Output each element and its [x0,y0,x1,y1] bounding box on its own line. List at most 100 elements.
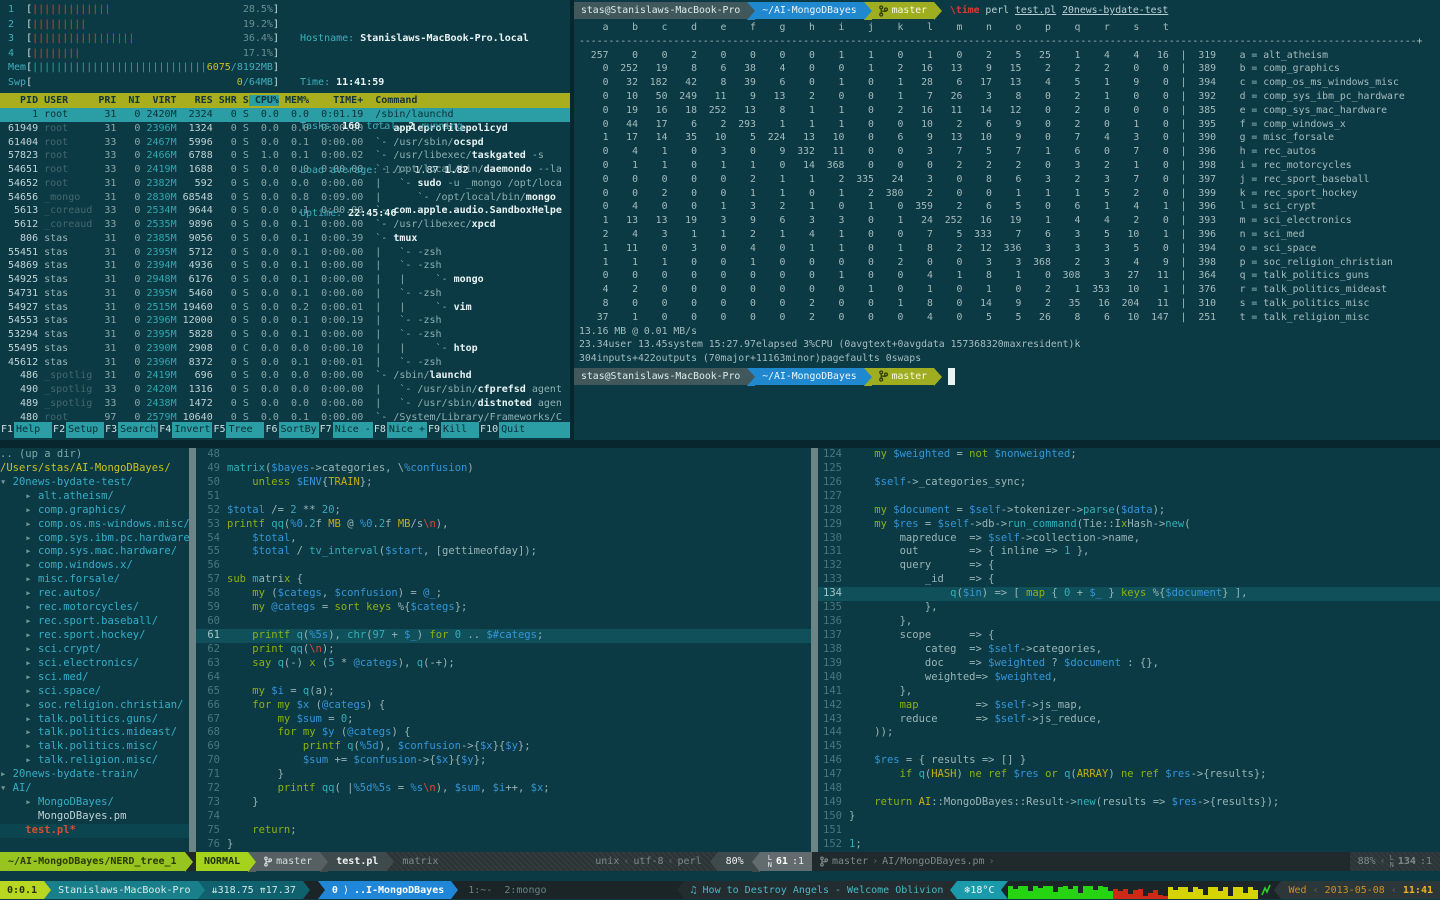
tree-item[interactable]: ▸ rec.sport.baseball/ [0,615,189,629]
chevron-right-icon[interactable]: ▸ [25,754,38,766]
chevron-right-icon[interactable]: ▸ [25,532,38,544]
vim-pane[interactable]: .. (up a dir)/Users/stas/AI-MongoDBayes/… [0,448,1440,871]
tree-item[interactable]: ▸ rec.autos/ [0,587,189,601]
chevron-right-icon[interactable]: ▸ [25,629,38,641]
fkey-button-nice+[interactable]: Nice + [387,422,427,438]
tree-item[interactable]: ▸ talk.religion.misc/ [0,754,189,768]
fkey-button-nice-[interactable]: Nice - [333,422,373,438]
nerdtree-pane[interactable]: .. (up a dir)/Users/stas/AI-MongoDBayes/… [0,448,189,852]
fkey-button-tree[interactable]: Tree [226,422,264,438]
fkey-label: F10 [479,422,499,438]
process-row[interactable]: 54553 stas 31 0 2396M 12000 0 S 0.0 0.1 … [0,314,570,328]
tree-item[interactable]: ▸ sci.crypt/ [0,643,189,657]
fkey-label: F5 [212,422,226,438]
process-row[interactable]: 54925 stas 31 0 2948M 6176 0 S 0.0 0.1 0… [0,273,570,287]
cpu-memory-meters: 1 [||||||||||||| 28.5%]2 [||||||||| 19.2… [8,3,279,91]
chevron-right-icon[interactable]: ▸ [25,504,38,516]
tree-item[interactable]: ▸ comp.sys.mac.hardware/ [0,545,189,559]
chevron-right-icon[interactable]: ▸ [25,490,38,502]
tree-root-path[interactable]: /Users/stas/AI-MongoDBayes/ [0,462,189,476]
tree-up-dir[interactable]: .. (up a dir) [0,448,189,462]
fkey-button-search[interactable]: Search [118,422,158,438]
process-row[interactable]: 55495 stas 31 0 2390M 2908 0 C 0.0 0.0 0… [0,342,570,356]
chevron-right-icon[interactable]: ▸ [25,587,38,599]
fkey-button-kill[interactable]: Kill [441,422,479,438]
tree-item[interactable]: ▾ AI/ [0,782,189,796]
statusline-git-branch: master [256,852,320,871]
fkey-button-quit[interactable]: Quit [499,422,570,438]
process-row[interactable]: 490 _spotlig 33 0 2420M 1316 0 S 0.0 0.0… [0,383,570,397]
chevron-right-icon[interactable]: ▸ [25,796,38,808]
chevron-right-icon[interactable]: ▸ [25,685,38,697]
tree-item[interactable]: ▸ talk.politics.guns/ [0,713,189,727]
tmux-other-windows[interactable]: 1:~- 2:mongo [458,881,553,899]
chevron-right-icon[interactable]: ▸ [25,740,38,752]
chevron-right-icon[interactable]: ▸ [25,699,38,711]
process-row[interactable]: 54927 stas 31 0 2515M 19460 0 S 0.0 0.2 … [0,301,570,315]
process-row[interactable]: 489 _spotlig 33 0 2438M 1472 0 S 0.0 0.0… [0,397,570,411]
editor-left-pane[interactable]: 4849matrix($bayes->categories, \%confusi… [196,448,811,852]
chevron-down-icon[interactable]: ▾ [0,782,13,794]
process-row[interactable]: 45612 stas 31 0 2396M 8372 0 S 0.0 0.1 0… [0,356,570,370]
editor-right-pane[interactable]: 124 my $weighted = not $nonweighted;1251… [818,448,1440,852]
code-line: 1521; [818,838,1440,852]
text-cursor[interactable] [948,368,955,385]
tree-item[interactable]: test.pl* [0,824,189,838]
htop-pane[interactable]: 1 [||||||||||||| 28.5%]2 [||||||||| 19.2… [0,0,570,440]
tree-item[interactable]: ▸ talk.politics.mideast/ [0,726,189,740]
date: 2013-05-08 [1325,885,1385,896]
pane-divider-horizontal[interactable] [0,440,1440,448]
fkey-button-setup[interactable]: Setup [66,422,104,438]
process-row[interactable]: 53294 stas 31 0 2395M 5828 0 S 0.0 0.1 0… [0,328,570,342]
tree-item[interactable]: ▸ MongoDBayes/ [0,796,189,810]
tree-item[interactable]: ▸ sci.space/ [0,685,189,699]
chevron-right-icon[interactable]: ▸ [25,518,38,530]
code-line: 51 [196,490,811,504]
tree-item[interactable]: ▸ comp.sys.ibm.pc.hardware/ [0,532,189,546]
chevron-right-icon[interactable]: ▸ [25,573,38,585]
chevron-right-icon[interactable]: ▸ [25,713,38,725]
chevron-right-icon[interactable]: ▸ [25,615,38,627]
vim-window-separator[interactable] [189,448,196,852]
vim-window-separator[interactable] [811,448,818,852]
process-row[interactable]: 54869 stas 31 0 2394M 4936 0 S 0.0 0.1 0… [0,259,570,273]
process-row[interactable]: 486 _spotlig 31 0 2419M 696 0 S 0.0 0.0 … [0,369,570,383]
tree-item[interactable]: ▸ comp.os.ms-windows.misc/ [0,518,189,532]
chevron-right-icon[interactable]: ▸ [25,545,38,557]
code-line: 76} [196,838,811,852]
prompt-git-branch: master [872,368,934,385]
chevron-down-icon[interactable]: ▾ [0,476,13,488]
fkey-label: F9 [427,422,441,438]
tree-item[interactable]: ▸ rec.motorcycles/ [0,601,189,615]
tree-item[interactable]: ▸ misc.forsale/ [0,573,189,587]
tree-item[interactable]: ▸ 20news-bydate-train/ [0,768,189,782]
tmux-active-window-tab[interactable]: 0⟩..I-MongoDBayes [325,881,451,899]
tree-item[interactable]: ▸ soc.religion.christian/ [0,699,189,713]
column-number: :1 [1420,856,1432,867]
chevron-right-icon[interactable]: ▸ [25,601,38,613]
fkey-button-sortby[interactable]: SortBy [279,422,319,438]
chevron-right-icon[interactable]: ▸ [0,768,13,780]
chevron-right-icon[interactable]: ▸ [25,726,38,738]
shell-pane[interactable]: stas@Stanislaws-MacBook-Pro~/AI-MongoDBa… [574,0,1440,440]
fkey-button-invert[interactable]: Invert [172,422,212,438]
statusline-function: matrix [394,852,446,871]
chevron-right-icon[interactable]: ▸ [25,657,38,669]
fkey-button-help[interactable]: Help [14,422,52,438]
code-line: 149 return AI::MongoDBayes::Result->new(… [818,796,1440,810]
tree-item[interactable]: ▾ 20news-bydate-test/ [0,476,189,490]
chevron-right-icon[interactable]: ▸ [25,559,38,571]
tree-item[interactable]: ▸ sci.electronics/ [0,657,189,671]
tree-item[interactable]: ▸ comp.graphics/ [0,504,189,518]
tree-item[interactable]: ▸ sci.med/ [0,671,189,685]
code-line: 70 $sum += $confusion->{$x}{$y}; [196,754,811,768]
tree-item[interactable]: ▸ alt.atheism/ [0,490,189,504]
tree-item[interactable]: ▸ comp.windows.x/ [0,559,189,573]
chevron-right-icon[interactable]: ▸ [25,643,38,655]
tree-item[interactable]: ▸ talk.politics.misc/ [0,740,189,754]
tree-item[interactable]: MongoDBayes.pm [0,810,189,824]
code-line: 129 my $res = $self->db->run_command(Tie… [818,518,1440,532]
tree-item[interactable]: ▸ rec.sport.hockey/ [0,629,189,643]
process-row[interactable]: 54731 stas 31 0 2395M 5460 0 S 0.0 0.1 0… [0,287,570,301]
chevron-right-icon[interactable]: ▸ [25,671,38,683]
